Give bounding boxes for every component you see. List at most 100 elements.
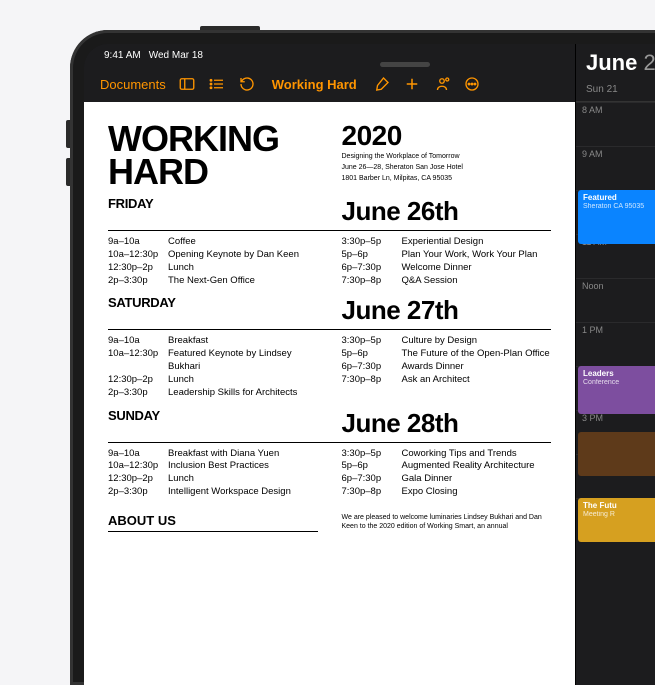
session-row: 9a–10aCoffee (108, 236, 318, 249)
session-time: 3:30p–5p (342, 236, 402, 249)
undo-icon[interactable] (232, 69, 262, 99)
event-subtitle: Sheraton CA 95035 (583, 203, 655, 211)
session-time: 6p–7:30p (342, 473, 402, 486)
session-time: 2p–3:30p (108, 387, 168, 400)
collaborate-icon[interactable] (427, 69, 457, 99)
session-label: Plan Your Work, Work Your Plan (402, 249, 552, 262)
page-title-2: HARD (108, 155, 318, 188)
session-time: 12:30p–2p (108, 374, 168, 387)
session-label: Expo Closing (402, 486, 552, 499)
power-button (200, 26, 260, 30)
status-date: Wed Mar 18 (149, 50, 203, 61)
session-row: 7:30p–8pAsk an Architect (342, 374, 552, 387)
session-label: Opening Keynote by Dan Keen (168, 249, 318, 262)
session-label: Augmented Reality Architecture (402, 460, 552, 473)
session-time: 2p–3:30p (108, 275, 168, 288)
session-label: Coworking Tips and Trends (402, 448, 552, 461)
pages-app: 9:41 AM Wed Mar 18 Documents Working Har… (84, 44, 576, 685)
session-label: Breakfast with Diana Yuen (168, 448, 318, 461)
documents-button[interactable]: Documents (94, 77, 172, 92)
calendar-event[interactable]: FeaturedSheraton CA 95035 (578, 190, 655, 244)
more-icon[interactable] (457, 69, 487, 99)
session-label: Ask an Architect (402, 374, 552, 387)
day-date: June 27th (342, 295, 552, 326)
hour-row: Noon (576, 278, 655, 322)
session-time: 3:30p–5p (342, 335, 402, 348)
status-time: 9:41 AM (104, 50, 141, 61)
session-label: Inclusion Best Practices (168, 460, 318, 473)
session-label: Experiential Design (402, 236, 552, 249)
day-name: SATURDAY (108, 295, 318, 310)
session-label: The Future of the Open-Plan Office (402, 348, 552, 361)
day-date: June 28th (342, 408, 552, 439)
day-name: SUNDAY (108, 408, 318, 423)
session-label: The Next-Gen Office (168, 275, 318, 288)
session-row: 12:30p–2pLunch (108, 374, 318, 387)
screen: 9:41 AM Wed Mar 18 Documents Working Har… (84, 44, 655, 685)
calendar-app: June 2020 Sun 21 8 AM9 AM10 AM11 AMNoon1… (576, 44, 655, 685)
session-time: 9a–10a (108, 236, 168, 249)
hour-row: 1 PM (576, 322, 655, 366)
session-row: 6p–7:30pGala Dinner (342, 473, 552, 486)
session-row: 10a–12:30pFeatured Keynote by Lindsey Bu… (108, 348, 318, 374)
session-row: 2p–3:30pIntelligent Workspace Design (108, 486, 318, 499)
session-time: 5p–6p (342, 249, 402, 262)
session-time: 2p–3:30p (108, 486, 168, 499)
session-row: 5p–6pThe Future of the Open-Plan Office (342, 348, 552, 361)
status-bar: 9:41 AM Wed Mar 18 (84, 44, 575, 66)
session-label: Q&A Session (402, 275, 552, 288)
calendar-event[interactable] (578, 432, 655, 476)
calendar-event[interactable]: The FutuMeeting R (578, 498, 655, 542)
session-time: 10a–12:30p (108, 348, 168, 374)
subtitle-line: 1801 Barber Ln, Milpitas, CA 95035 (342, 174, 552, 183)
session-label: Welcome Dinner (402, 262, 552, 275)
home-indicator (380, 62, 430, 67)
session-time: 12:30p–2p (108, 262, 168, 275)
session-time: 6p–7:30p (342, 262, 402, 275)
session-row: 10a–12:30pInclusion Best Practices (108, 460, 318, 473)
session-time: 7:30p–8p (342, 374, 402, 387)
session-label: Coffee (168, 236, 318, 249)
year-heading: 2020 (342, 122, 552, 150)
hour-label: 9 AM (576, 147, 603, 159)
calendar-grid[interactable]: 8 AM9 AM10 AM11 AMNoon1 PM2 PM3 PM4 PM5 … (576, 102, 655, 685)
session-label: Lunch (168, 262, 318, 275)
session-label: Culture by Design (402, 335, 552, 348)
event-subtitle: Meeting R (583, 511, 655, 519)
day-block: FRIDAY June 26th9a–10aCoffee10a–12:30pOp… (108, 196, 551, 287)
session-row: 6p–7:30pWelcome Dinner (342, 262, 552, 275)
session-time: 7:30p–8p (342, 486, 402, 499)
calendar-event[interactable]: LeadersConference (578, 366, 655, 414)
session-time: 10a–12:30p (108, 249, 168, 262)
brush-icon[interactable] (367, 69, 397, 99)
session-label: Leadership Skills for Architects (168, 387, 318, 400)
session-label: Featured Keynote by Lindsey Bukhari (168, 348, 318, 374)
session-row: 7:30p–8pQ&A Session (342, 275, 552, 288)
session-row: 9a–10aBreakfast with Diana Yuen (108, 448, 318, 461)
hour-label: Noon (576, 279, 604, 291)
hour-label: 8 AM (576, 103, 603, 115)
event-title: Featured (583, 193, 655, 203)
document-canvas[interactable]: WORKING HARD 2020 Designing the Workplac… (84, 102, 575, 685)
session-time: 10a–12:30p (108, 460, 168, 473)
session-row: 2p–3:30pThe Next-Gen Office (108, 275, 318, 288)
session-row: 12:30p–2pLunch (108, 473, 318, 486)
list-icon[interactable] (202, 69, 232, 99)
event-subtitle: Conference (583, 379, 655, 387)
document-title[interactable]: Working Hard (262, 77, 367, 92)
subtitle-line: June 26—28, Sheraton San Jose Hotel (342, 163, 552, 172)
session-row: 5p–6pPlan Your Work, Work Your Plan (342, 249, 552, 262)
plus-icon[interactable] (397, 69, 427, 99)
calendar-month: June 2020 (586, 50, 655, 76)
hour-row: 9 AM (576, 146, 655, 190)
session-time: 7:30p–8p (342, 275, 402, 288)
session-time: 12:30p–2p (108, 473, 168, 486)
event-title: Leaders (583, 369, 655, 379)
subtitle-line: Designing the Workplace of Tomorrow (342, 152, 552, 161)
calendar-day-label: Sun 21 (586, 84, 655, 95)
calendar-header: June 2020 Sun 21 (576, 44, 655, 102)
session-row: 7:30p–8pExpo Closing (342, 486, 552, 499)
sidebar-icon[interactable] (172, 69, 202, 99)
session-row: 10a–12:30pOpening Keynote by Dan Keen (108, 249, 318, 262)
day-name: FRIDAY (108, 196, 318, 211)
